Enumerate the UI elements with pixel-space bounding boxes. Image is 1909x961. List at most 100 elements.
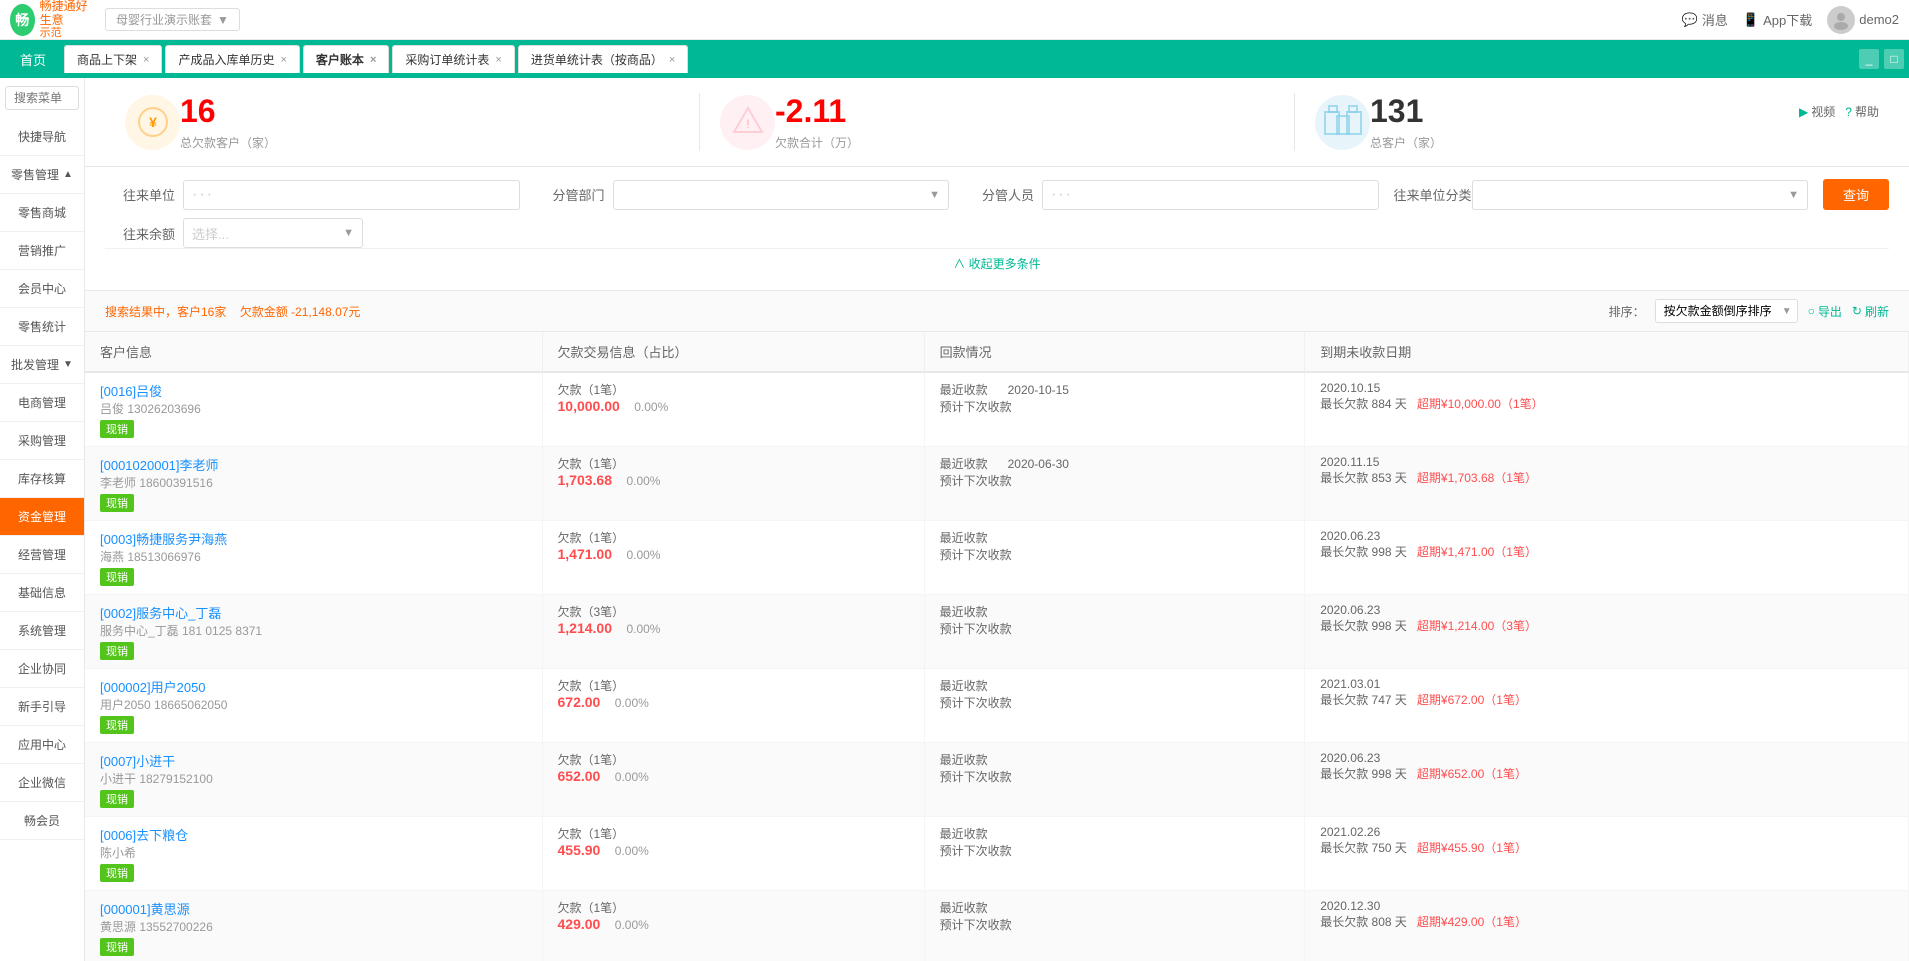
customer-name-4[interactable]: [000002]用户2050: [100, 680, 206, 695]
sidebar-item-ying-xiao[interactable]: 营销推广: [0, 232, 84, 270]
phone-icon: 📱: [1743, 12, 1759, 28]
sidebar-item-kuai-jie[interactable]: 快捷导航: [0, 118, 84, 156]
tab-close-5[interactable]: ×: [669, 54, 675, 66]
last-collect-label-3: 最近收款: [940, 603, 988, 620]
overdue-amount-0[interactable]: 超期¥10,000.00（1笔）: [1417, 395, 1544, 412]
tab-chan-pin[interactable]: 产成品入库单历史 ×: [165, 45, 299, 73]
customer-tag-2: 现销: [100, 568, 134, 586]
sidebar-item-cai-gou[interactable]: 采购管理: [0, 422, 84, 460]
cell-customer-3: [0002]服务中心_丁磊 服务中心_丁磊 181 0125 8371 现销: [85, 595, 542, 669]
overdue-days-2: 最长欠款 998 天: [1320, 543, 1407, 560]
sidebar-item-qi-ye-xie-tong[interactable]: 企业协同: [0, 650, 84, 688]
debt-amount-6[interactable]: 455.90: [558, 842, 601, 858]
user-menu[interactable]: demo2: [1827, 6, 1899, 34]
sidebar-item-xin-shou[interactable]: 新手引导: [0, 688, 84, 726]
debt-amount-7[interactable]: 429.00: [558, 916, 601, 932]
customer-name-7[interactable]: [000001]黄思源: [100, 902, 190, 917]
sidebar-item-ling-shou[interactable]: 零售管理 ▲: [0, 156, 84, 194]
customer-name-1[interactable]: [0001020001]李老师: [100, 458, 219, 473]
sidebar-item-hui-yuan[interactable]: 会员中心: [0, 270, 84, 308]
customer-tag-5: 现销: [100, 790, 134, 808]
tab-close-2[interactable]: ×: [280, 54, 286, 66]
company-selector[interactable]: 母婴行业演示账套 ▼: [105, 8, 240, 31]
debt-amount-3[interactable]: 1,214.00: [558, 620, 613, 636]
sidebar-item-ku-cun[interactable]: 库存核算: [0, 460, 84, 498]
debt-amount-5[interactable]: 652.00: [558, 768, 601, 784]
overdue-amount-3[interactable]: 超期¥1,214.00（3笔）: [1417, 617, 1537, 634]
sidebar-item-xi-tong[interactable]: 系统管理: [0, 612, 84, 650]
customer-name-0[interactable]: [0016]吕俊: [100, 384, 162, 399]
next-collect-0: 预计下次收款: [940, 398, 1290, 415]
customer-name-3[interactable]: [0002]服务中心_丁磊: [100, 606, 221, 621]
debt-count-2: 欠款（1笔）: [558, 529, 909, 546]
filter-unit-category: 往来单位分类 ▼: [1394, 180, 1809, 210]
cell-collection-4: 最近收款 预计下次收款: [924, 669, 1305, 743]
help-btn[interactable]: ? 帮助: [1845, 103, 1879, 120]
sidebar-item-zi-jin[interactable]: 资金管理: [0, 498, 84, 536]
debt-amount-2[interactable]: 1,471.00: [558, 546, 613, 562]
query-button[interactable]: 查询: [1823, 179, 1889, 210]
tab-minimize[interactable]: _: [1859, 49, 1879, 69]
stats-row: ¥ 16 总欠款客户（家） ! -2.11 欠款合计（万）: [85, 78, 1909, 167]
video-btn[interactable]: ▶ 视频: [1799, 103, 1835, 120]
overdue-amount-7[interactable]: 超期¥429.00（1笔）: [1417, 913, 1527, 930]
cell-debt-1: 欠款（1笔） 1,703.68 0.00%: [542, 447, 924, 521]
cell-collection-2: 最近收款 预计下次收款: [924, 521, 1305, 595]
sidebar-item-pi-fa[interactable]: 批发管理 ▼: [0, 346, 84, 384]
tab-close-1[interactable]: ×: [143, 54, 149, 66]
sort-selector[interactable]: 按欠款金额倒序排序: [1655, 299, 1798, 323]
tab-maximize[interactable]: □: [1884, 49, 1904, 69]
tab-ke-hu[interactable]: 客户账本 ×: [303, 45, 389, 73]
sidebar-item-tong-ji[interactable]: 零售统计: [0, 308, 84, 346]
source-unit-input[interactable]: ···: [183, 180, 520, 210]
collapse-bar[interactable]: ∧ 收起更多条件: [105, 248, 1889, 278]
tab-shang-pin[interactable]: 商品上下架 ×: [64, 45, 162, 73]
sidebar-item-chang-hui-yuan[interactable]: 畅会员: [0, 802, 84, 840]
cell-debt-6: 欠款（1笔） 455.90 0.00%: [542, 817, 924, 891]
top-right: 💬 消息 📱 App下载 demo2: [1682, 6, 1899, 34]
customer-name-5[interactable]: [0007]小进干: [100, 754, 175, 769]
app-download-btn[interactable]: 📱 App下载: [1743, 10, 1812, 29]
tab-close-4[interactable]: ×: [495, 54, 501, 66]
avatar: [1827, 6, 1855, 34]
sidebar-item-ying-yong[interactable]: 应用中心: [0, 726, 84, 764]
debt-amount-0[interactable]: 10,000.00: [558, 398, 620, 414]
export-btn[interactable]: ○ 导出: [1808, 303, 1842, 320]
overdue-amount-2[interactable]: 超期¥1,471.00（1笔）: [1417, 543, 1537, 560]
tab-home[interactable]: 首页: [5, 40, 61, 78]
overdue-amount-1[interactable]: 超期¥1,703.68（1笔）: [1417, 469, 1537, 486]
sidebar-item-dian-shang[interactable]: 电商管理: [0, 384, 84, 422]
customer-name-2[interactable]: [0003]畅捷服务尹海燕: [100, 532, 227, 547]
overdue-amount-5[interactable]: 超期¥652.00（1笔）: [1417, 765, 1527, 782]
tab-close-3[interactable]: ×: [370, 54, 376, 66]
main-layout: 快捷导航 零售管理 ▲ 零售商城 营销推广 会员中心 零售统计 批发管理 ▼ 电…: [0, 78, 1909, 961]
customer-name-6[interactable]: [0006]去下粮仓: [100, 828, 188, 843]
debt-count-0: 欠款（1笔）: [558, 381, 909, 398]
sidebar-item-wei-xin[interactable]: 企业微信: [0, 764, 84, 802]
sidebar-item-ji-chu[interactable]: 基础信息: [0, 574, 84, 612]
overdue-amount-4[interactable]: 超期¥672.00（1笔）: [1417, 691, 1527, 708]
col-debt-info: 欠款交易信息（占比）: [542, 332, 924, 372]
unit-category-input[interactable]: ▼: [1472, 180, 1809, 210]
search-input[interactable]: [5, 86, 79, 110]
balance-input[interactable]: 选择... ▼: [183, 218, 363, 248]
refresh-btn[interactable]: ↻ 刷新: [1852, 303, 1889, 320]
message-btn[interactable]: 💬 消息: [1682, 10, 1728, 29]
stat-label-1: 总欠款客户（家）: [180, 134, 276, 151]
filter-area: 往来单位 ··· 分管部门 ▼ 分管人员 ···: [85, 167, 1909, 291]
overdue-amount-6[interactable]: 超期¥455.90（1笔）: [1417, 839, 1527, 856]
cell-debt-3: 欠款（3笔） 1,214.00 0.00%: [542, 595, 924, 669]
sort-select[interactable]: 按欠款金额倒序排序: [1655, 299, 1798, 323]
debt-amount-4[interactable]: 672.00: [558, 694, 601, 710]
stat-value-2: -2.11: [775, 93, 859, 130]
sidebar-item-jing-ying[interactable]: 经营管理: [0, 536, 84, 574]
manager-input[interactable]: ···: [1042, 180, 1379, 210]
tab-cai-gou[interactable]: 采购订单统计表 ×: [392, 45, 514, 73]
next-collect-6: 预计下次收款: [940, 842, 1290, 859]
last-collect-label-0: 最近收款: [940, 381, 988, 398]
tab-jin-huo[interactable]: 进货单统计表（按商品） ×: [518, 45, 688, 73]
dept-input[interactable]: ▼: [613, 180, 950, 210]
overdue-days-7: 最长欠款 808 天: [1320, 913, 1407, 930]
sidebar-item-ling-shou-shang-cheng[interactable]: 零售商城: [0, 194, 84, 232]
debt-amount-1[interactable]: 1,703.68: [558, 472, 613, 488]
